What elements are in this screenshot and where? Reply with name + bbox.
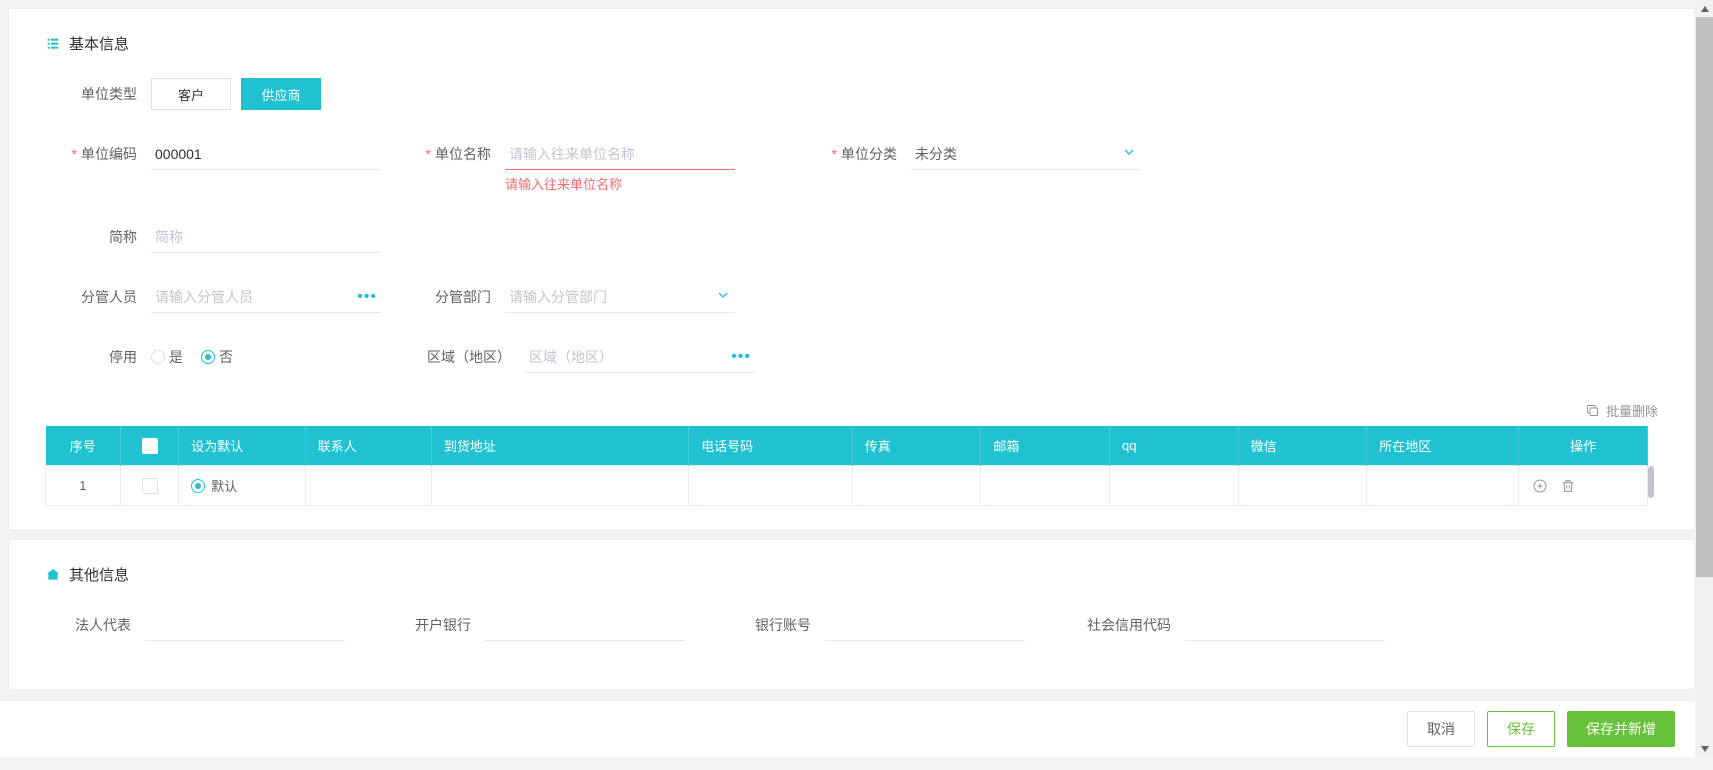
col-area: 所在地区 xyxy=(1367,426,1519,466)
bank-input[interactable] xyxy=(485,609,685,641)
bank-label: 开户银行 xyxy=(405,609,485,641)
col-checkbox xyxy=(120,426,178,466)
cell-mail[interactable] xyxy=(981,466,1110,506)
page-scrollbar[interactable] xyxy=(1696,0,1713,757)
disabled-no-radio[interactable]: 否 xyxy=(201,347,233,367)
row-default-label: 默认 xyxy=(211,476,237,495)
region-label: 区域（地区） xyxy=(425,341,525,373)
col-qq: qq xyxy=(1110,426,1239,466)
other-info-title: 其他信息 xyxy=(69,564,129,585)
chevron-down-icon xyxy=(1121,144,1137,163)
save-and-new-button[interactable]: 保存并新增 xyxy=(1567,711,1675,747)
cell-tel[interactable] xyxy=(689,466,853,506)
unit-name-label: *单位名称 xyxy=(425,138,505,170)
manager-person-input[interactable] xyxy=(151,281,381,313)
cell-contact[interactable] xyxy=(305,466,431,506)
scrollbar-thumb[interactable] xyxy=(1696,17,1713,577)
unit-type-customer-button[interactable]: 客户 xyxy=(151,78,231,110)
col-addr: 到货地址 xyxy=(431,426,688,466)
short-name-label: 简称 xyxy=(45,221,151,253)
col-tel: 电话号码 xyxy=(689,426,853,466)
select-all-checkbox[interactable] xyxy=(142,438,158,454)
unit-category-select[interactable]: 未分类 xyxy=(911,138,1141,170)
short-name-input[interactable] xyxy=(151,221,381,253)
table-scrollbar[interactable] xyxy=(1648,466,1654,498)
col-seq: 序号 xyxy=(46,426,121,466)
row-checkbox[interactable] xyxy=(142,478,158,494)
chevron-down-icon xyxy=(715,287,731,306)
contact-table: 序号 设为默认 联系人 到货地址 电话号码 传真 邮箱 qq 微信 所在地区 操… xyxy=(45,426,1648,506)
manager-dept-label: 分管部门 xyxy=(425,281,505,313)
add-row-button[interactable] xyxy=(1531,477,1549,495)
house-icon xyxy=(45,567,61,583)
unit-type-label: 单位类型 xyxy=(45,78,151,110)
cell-area[interactable] xyxy=(1367,466,1519,506)
unit-name-error: 请输入往来单位名称 xyxy=(505,174,735,193)
disabled-yes-radio[interactable]: 是 xyxy=(151,347,183,367)
legal-rep-input[interactable] xyxy=(145,609,345,641)
col-wx: 微信 xyxy=(1238,426,1367,466)
col-contact: 联系人 xyxy=(305,426,431,466)
cell-seq: 1 xyxy=(46,466,121,506)
unit-code-label: *单位编码 xyxy=(45,138,151,170)
basic-info-header: 基本信息 xyxy=(45,33,1658,54)
other-info-header: 其他信息 xyxy=(45,564,1658,585)
bank-account-label: 银行账号 xyxy=(745,609,825,641)
cancel-button[interactable]: 取消 xyxy=(1407,711,1475,747)
scroll-up-icon[interactable] xyxy=(1696,0,1713,17)
copy-icon xyxy=(1585,403,1600,418)
radio-icon xyxy=(191,479,205,493)
more-icon[interactable]: ••• xyxy=(357,288,377,306)
radio-icon xyxy=(201,350,215,364)
radio-icon xyxy=(151,350,165,364)
col-mail: 邮箱 xyxy=(981,426,1110,466)
manager-person-label: 分管人员 xyxy=(45,281,151,313)
unit-name-input[interactable] xyxy=(505,138,735,170)
row-default-radio[interactable]: 默认 xyxy=(191,476,292,495)
other-info-panel: 其他信息 法人代表 开户银行 银行账号 社会信用代码 xyxy=(8,539,1695,690)
delete-row-button[interactable] xyxy=(1559,477,1577,495)
list-icon xyxy=(45,36,61,52)
cell-addr[interactable] xyxy=(431,466,688,506)
legal-rep-label: 法人代表 xyxy=(45,609,145,641)
manager-dept-select[interactable]: 请输入分管部门 xyxy=(505,281,735,313)
batch-delete-button[interactable]: 批量删除 xyxy=(45,401,1658,420)
unit-code-input[interactable] xyxy=(151,138,381,170)
basic-info-panel: 基本信息 单位类型 客户 供应商 *单位编码 xyxy=(8,8,1695,531)
col-op: 操作 xyxy=(1519,426,1648,466)
more-icon[interactable]: ••• xyxy=(731,348,751,366)
unit-category-value: 未分类 xyxy=(915,144,957,164)
scroll-down-icon[interactable] xyxy=(1696,740,1713,757)
unit-category-label: *单位分类 xyxy=(805,138,911,170)
social-credit-label: 社会信用代码 xyxy=(1085,609,1185,641)
batch-delete-label: 批量删除 xyxy=(1606,401,1658,420)
footer-bar: 取消 保存 保存并新增 xyxy=(0,700,1695,757)
manager-dept-placeholder: 请输入分管部门 xyxy=(509,287,607,307)
unit-type-supplier-button[interactable]: 供应商 xyxy=(241,78,321,110)
cell-wx[interactable] xyxy=(1238,466,1367,506)
col-fax: 传真 xyxy=(852,426,981,466)
plus-circle-icon xyxy=(1532,478,1548,494)
cell-qq[interactable] xyxy=(1110,466,1239,506)
trash-icon xyxy=(1560,478,1576,494)
region-input[interactable] xyxy=(525,341,755,373)
col-set-default: 设为默认 xyxy=(179,426,305,466)
cell-fax[interactable] xyxy=(852,466,981,506)
table-header-row: 序号 设为默认 联系人 到货地址 电话号码 传真 邮箱 qq 微信 所在地区 操… xyxy=(46,426,1648,466)
table-row: 1 默认 xyxy=(46,466,1648,506)
basic-info-title: 基本信息 xyxy=(69,33,129,54)
social-credit-input[interactable] xyxy=(1185,609,1385,641)
save-button[interactable]: 保存 xyxy=(1487,711,1555,747)
disabled-label: 停用 xyxy=(45,341,151,373)
bank-account-input[interactable] xyxy=(825,609,1025,641)
